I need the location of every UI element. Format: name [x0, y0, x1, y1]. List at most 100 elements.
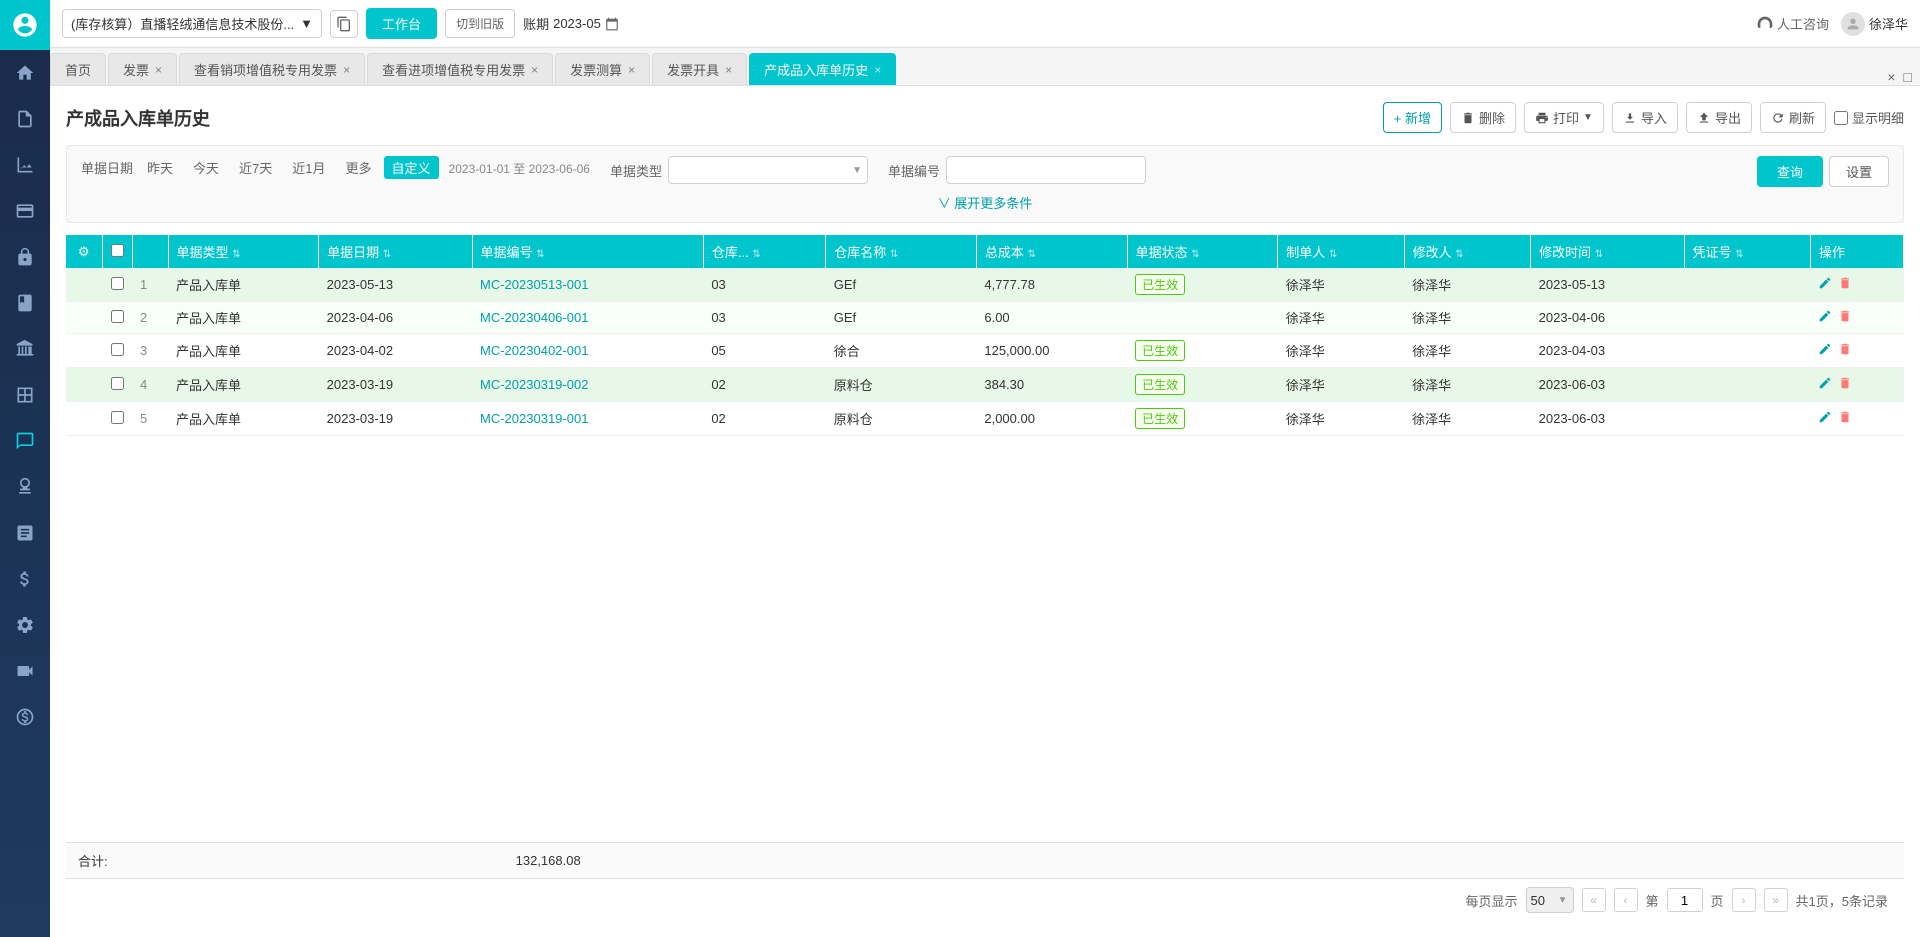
- sidebar-item-version[interactable]: [0, 694, 50, 740]
- tab-product-history[interactable]: 产成品入库单历史 ×: [749, 53, 896, 85]
- maximize-btn[interactable]: □: [1904, 69, 1912, 85]
- sidebar-item-video[interactable]: [0, 648, 50, 694]
- row-checkbox-cell[interactable]: [102, 368, 132, 402]
- date-btn-yesterday[interactable]: 昨天: [139, 156, 181, 179]
- sidebar-item-document[interactable]: [0, 96, 50, 142]
- col-number[interactable]: 单据编号 ⇅: [472, 235, 703, 268]
- tab-sales-vat-close[interactable]: ×: [343, 63, 350, 77]
- last-page-btn[interactable]: »: [1764, 888, 1788, 912]
- row-checkbox-cell[interactable]: [102, 334, 132, 368]
- show-detail-checkbox[interactable]: [1834, 111, 1848, 125]
- sidebar-item-asset[interactable]: [0, 510, 50, 556]
- tab-invoice-close[interactable]: ×: [155, 63, 162, 77]
- row-number-cell[interactable]: MC-20230402-001: [472, 334, 703, 368]
- row-checkbox-4[interactable]: [111, 411, 124, 424]
- delete-icon-1[interactable]: [1838, 309, 1852, 326]
- export-btn[interactable]: 导出: [1686, 102, 1752, 133]
- edit-icon-4[interactable]: [1818, 410, 1832, 427]
- sidebar-item-chart[interactable]: [0, 142, 50, 188]
- workbench-btn[interactable]: 工作台: [366, 8, 437, 39]
- row-checkbox-cell[interactable]: [102, 268, 132, 302]
- sidebar-item-inventory[interactable]: [0, 418, 50, 464]
- col-status[interactable]: 单据状态 ⇅: [1127, 235, 1278, 268]
- tab-invoice[interactable]: 发票 ×: [108, 53, 177, 85]
- help-btn[interactable]: 人工咨询: [1757, 14, 1829, 33]
- tab-purchase-vat[interactable]: 查看进项增值税专用发票 ×: [367, 53, 553, 85]
- search-btn[interactable]: 查询: [1757, 156, 1823, 187]
- row-checkbox-cell[interactable]: [102, 402, 132, 436]
- import-btn[interactable]: 导入: [1612, 102, 1678, 133]
- col-warehouse-code[interactable]: 仓库... ⇅: [703, 235, 825, 268]
- col-date[interactable]: 单据日期 ⇅: [319, 235, 472, 268]
- row-number-cell[interactable]: MC-20230319-002: [472, 368, 703, 402]
- edit-icon-0[interactable]: [1818, 276, 1832, 293]
- old-version-btn[interactable]: 切到旧版: [445, 9, 515, 38]
- edit-icon-3[interactable]: [1818, 376, 1832, 393]
- col-creator[interactable]: 制单人 ⇅: [1278, 235, 1404, 268]
- print-btn[interactable]: 打印 ▼: [1524, 102, 1604, 133]
- tab-open-invoice-close[interactable]: ×: [725, 63, 732, 77]
- sidebar-item-lock[interactable]: [0, 234, 50, 280]
- sidebar-item-tax[interactable]: [0, 188, 50, 234]
- delete-btn[interactable]: 删除: [1450, 102, 1516, 133]
- delete-icon-4[interactable]: [1838, 410, 1852, 427]
- expand-btn[interactable]: ∨ 展开更多条件: [938, 193, 1033, 212]
- col-total-cost[interactable]: 总成本 ⇅: [976, 235, 1127, 268]
- sidebar-item-stamp[interactable]: [0, 464, 50, 510]
- row-number-cell[interactable]: MC-20230406-001: [472, 302, 703, 334]
- row-checkbox-cell[interactable]: [102, 302, 132, 334]
- tab-purchase-vat-close[interactable]: ×: [531, 63, 538, 77]
- delete-icon-0[interactable]: [1838, 276, 1852, 293]
- sidebar-item-home[interactable]: [0, 50, 50, 96]
- delete-icon-2[interactable]: [1838, 342, 1852, 359]
- sidebar-item-salary[interactable]: [0, 556, 50, 602]
- type-select[interactable]: [668, 156, 868, 184]
- tab-calc[interactable]: 发票测算 ×: [555, 53, 650, 85]
- col-checkbox[interactable]: [102, 235, 132, 268]
- col-warehouse-name[interactable]: 仓库名称 ⇅: [826, 235, 977, 268]
- prev-page-btn[interactable]: ‹: [1614, 888, 1638, 912]
- row-checkbox-0[interactable]: [111, 277, 124, 290]
- tab-home[interactable]: 首页: [50, 53, 106, 85]
- tab-open-invoice[interactable]: 发票开具 ×: [652, 53, 747, 85]
- col-settings[interactable]: ⚙: [66, 235, 102, 268]
- date-btn-1month[interactable]: 近1月: [284, 156, 333, 179]
- col-modify-time[interactable]: 修改时间 ⇅: [1531, 235, 1684, 268]
- row-checkbox-3[interactable]: [111, 377, 124, 390]
- date-btn-today[interactable]: 今天: [185, 156, 227, 179]
- sidebar-item-bank[interactable]: [0, 326, 50, 372]
- close-all-btn[interactable]: ×: [1887, 69, 1895, 85]
- sidebar-item-settings2[interactable]: [0, 602, 50, 648]
- tab-product-history-close[interactable]: ×: [874, 63, 881, 77]
- edit-icon-1[interactable]: [1818, 309, 1832, 326]
- col-voucher[interactable]: 凭证号 ⇅: [1684, 235, 1810, 268]
- first-page-btn[interactable]: «: [1582, 888, 1606, 912]
- number-input[interactable]: [946, 156, 1146, 184]
- date-btn-more[interactable]: 更多: [338, 156, 380, 179]
- select-all-checkbox[interactable]: [111, 244, 124, 257]
- row-checkbox-1[interactable]: [111, 310, 124, 323]
- doc-icon-btn[interactable]: [330, 10, 358, 38]
- next-page-btn[interactable]: ›: [1732, 888, 1756, 912]
- sidebar-item-book[interactable]: [0, 280, 50, 326]
- app-selector[interactable]: (库存核算）直播轻绒通信息技术股份... ▼: [62, 9, 322, 38]
- row-number-cell[interactable]: MC-20230319-001: [472, 402, 703, 436]
- delete-icon-3[interactable]: [1838, 376, 1852, 393]
- page-input[interactable]: [1667, 888, 1703, 912]
- per-page-select[interactable]: 20 50 100: [1526, 887, 1574, 913]
- row-wcode-cell: 02: [703, 368, 825, 402]
- col-modifier[interactable]: 修改人 ⇅: [1404, 235, 1530, 268]
- sidebar-item-table[interactable]: [0, 372, 50, 418]
- edit-icon-2[interactable]: [1818, 342, 1832, 359]
- tab-calc-close[interactable]: ×: [628, 63, 635, 77]
- date-btn-7days[interactable]: 近7天: [231, 156, 280, 179]
- add-btn[interactable]: + 新增: [1383, 102, 1442, 133]
- refresh-btn[interactable]: 刷新: [1760, 102, 1826, 133]
- tab-sales-vat[interactable]: 查看销项增值税专用发票 ×: [179, 53, 365, 85]
- col-type[interactable]: 单据类型 ⇅: [168, 235, 319, 268]
- row-checkbox-2[interactable]: [111, 343, 124, 356]
- filter-settings-btn[interactable]: 设置: [1829, 156, 1889, 187]
- date-btn-custom[interactable]: 自定义: [384, 156, 439, 179]
- user-area[interactable]: 徐泽华: [1841, 12, 1908, 36]
- row-number-cell[interactable]: MC-20230513-001: [472, 268, 703, 302]
